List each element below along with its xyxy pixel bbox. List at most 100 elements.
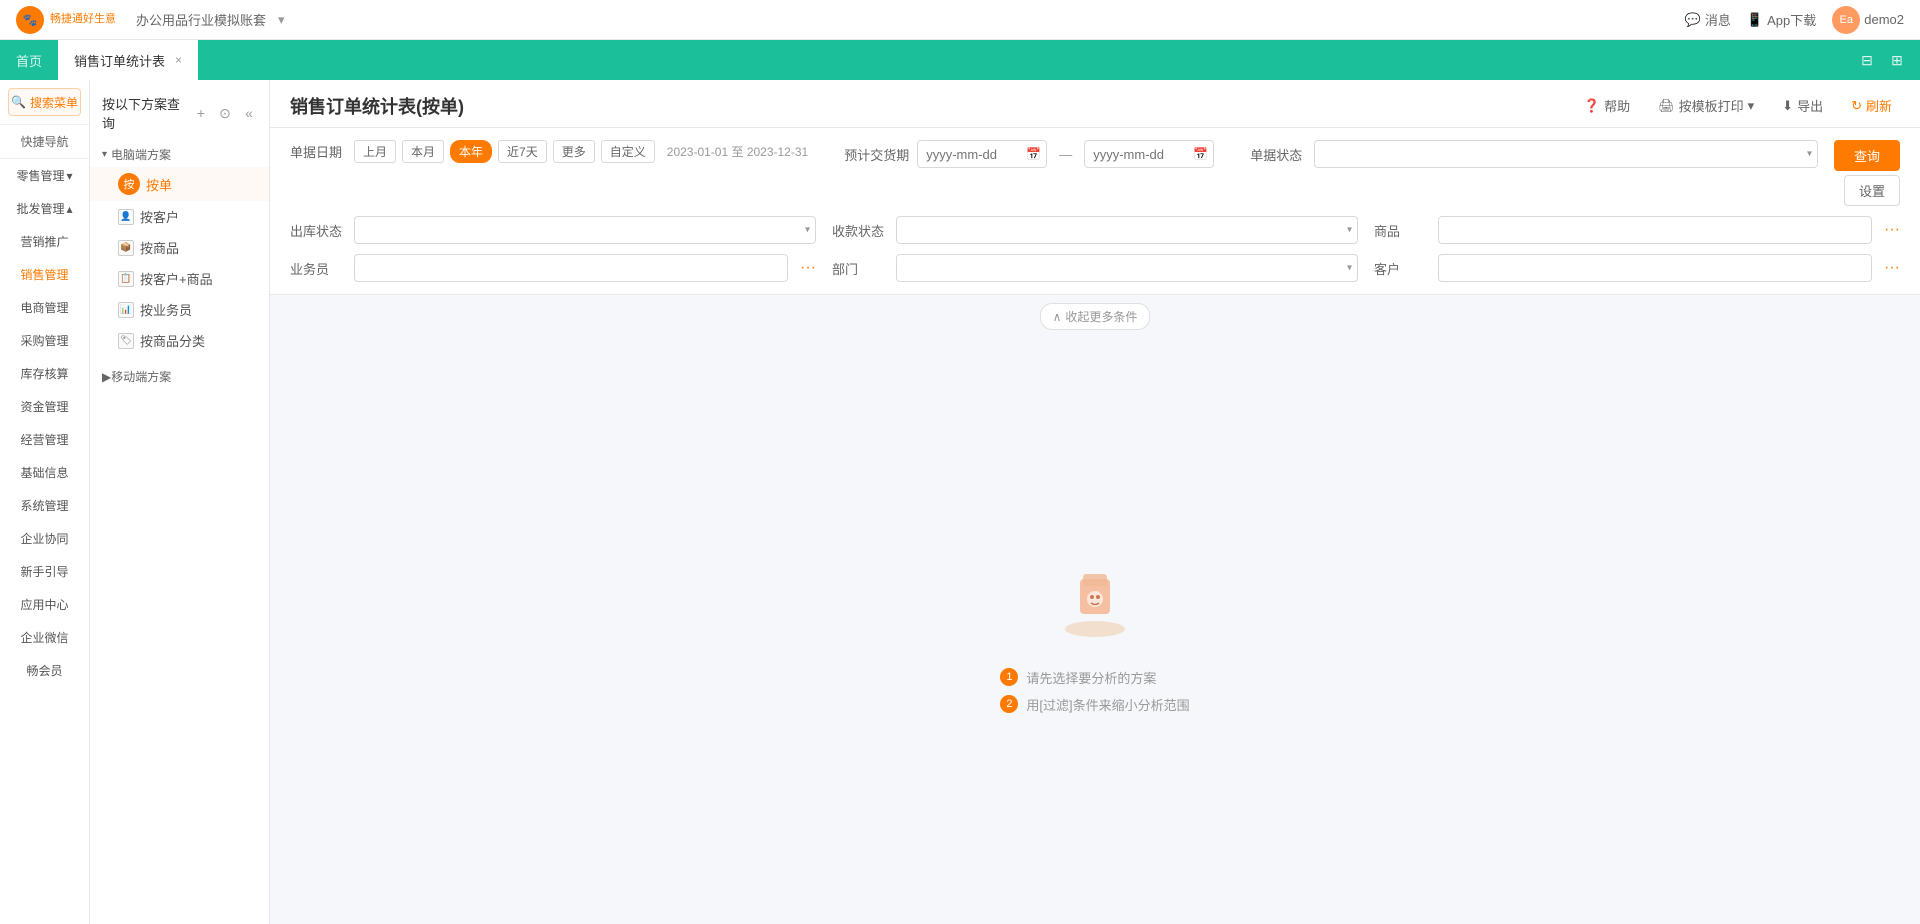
sidebar-item-marketing[interactable]: 营销推广 [0,225,89,258]
page-title: 销售订单统计表(按单) [290,93,464,119]
sidebar-item-wxwork[interactable]: 企业微信 [0,621,89,654]
goods-dots[interactable]: ··· [1884,221,1900,239]
query-btn-group: 查询 设置 [1834,140,1900,206]
tab-close-btn[interactable]: × [175,53,182,67]
sidebar-item-wholesale[interactable]: 批发管理 ▴ [0,192,89,225]
sidebar-item-wholesale-label: 批发管理 [16,200,64,217]
export-icon: ⬇ [1782,98,1793,114]
expected-date-start-input[interactable] [917,140,1047,168]
salesperson-dots[interactable]: ··· [800,259,816,277]
last7days-btn[interactable]: 近7天 [498,140,547,163]
scheme-item-by-category[interactable]: 🏷 按商品分类 [90,325,269,356]
hint-num-2: 2 [1000,695,1018,713]
tab-maximize-btn[interactable]: ⊞ [1886,49,1908,71]
panel-refresh-btn[interactable]: ⊙ [215,103,235,123]
last-month-btn[interactable]: 上月 [354,140,396,163]
collection-status-select[interactable] [896,216,1358,244]
customer-dots[interactable]: ··· [1884,259,1900,277]
expected-date-end-input[interactable] [1084,140,1214,168]
sidebar-item-sales-label: 销售管理 [20,266,68,283]
message-label: 消息 [1705,10,1731,29]
sidebar-item-corp[interactable]: 企业协同 [0,522,89,555]
sidebar-item-system[interactable]: 系统管理 [0,489,89,522]
shipping-status-select[interactable] [354,216,816,244]
collapse-conditions-btn[interactable]: ∧ 收起更多条件 [1040,303,1151,330]
main-layout: 🔍 搜索菜单 快捷导航 零售管理 ▾ 批发管理 ▴ 营销推广 销售管理 电商管理… [0,80,1920,924]
help-btn[interactable]: ❓ 帮助 [1576,92,1638,119]
settings-btn[interactable]: 设置 [1844,175,1900,206]
user-area[interactable]: Ea demo2 [1832,6,1904,34]
sidebar-quick-nav[interactable]: 快捷导航 [0,125,89,159]
scheme-label-goods: 按商品 [140,238,179,257]
sidebar-item-finance[interactable]: 资金管理 [0,390,89,423]
sidebar-item-business[interactable]: 经营管理 [0,423,89,456]
panel-collapse-btn[interactable]: « [239,103,259,123]
current-year-btn[interactable]: 本年 [450,140,492,163]
sidebar-item-retail[interactable]: 零售管理 ▾ [0,159,89,192]
more-date-btn[interactable]: 更多 [553,140,595,163]
department-select[interactable] [896,254,1358,282]
scheme-section-pc-header[interactable]: ▾ 电脑端方案 [90,142,269,167]
bill-status-select[interactable] [1314,140,1818,168]
page-header: 销售订单统计表(按单) ❓ 帮助 🖨 按模板打印 ▾ ⬇ 导出 [270,80,1920,128]
scheme-item-by-customer-goods[interactable]: 📋 按客户+商品 [90,263,269,294]
scheme-item-by-goods[interactable]: 📦 按商品 [90,232,269,263]
sidebar-item-purchase-label: 采购管理 [20,332,68,349]
template-arrow-icon: ▾ [1748,98,1755,114]
salesperson-input[interactable] [354,254,788,282]
mobile-section-label: 移动端方案 [111,368,171,385]
sidebar-item-newbie-label: 新手引导 [20,563,68,580]
sidebar-item-sales[interactable]: 销售管理 [0,258,89,291]
tab-home[interactable]: 首页 [0,40,58,80]
left-panel-header: 按以下方案查询 + ⊙ « [90,88,269,138]
empty-hints: 1 请先选择要分析的方案 2 用[过滤]条件来缩小分析范围 [1000,668,1189,714]
avatar: Ea [1832,6,1860,34]
scheme-item-by-salesperson[interactable]: 📊 按业务员 [90,294,269,325]
scheme-item-by-order[interactable]: 按 按单 [90,167,269,201]
sidebar-item-purchase[interactable]: 采购管理 [0,324,89,357]
goods-input[interactable] [1438,216,1872,244]
sidebar-item-basic[interactable]: 基础信息 [0,456,89,489]
scheme-label-cg: 按客户+商品 [140,269,213,288]
scheme-item-by-customer[interactable]: 👤 按客户 [90,201,269,232]
message-icon: 💬 [1685,12,1701,28]
this-month-btn[interactable]: 本月 [402,140,444,163]
hint-num-1: 1 [1000,668,1018,686]
customer-cell: 客户 ··· [1374,254,1900,282]
sidebar-item-inventory[interactable]: 库存核算 [0,357,89,390]
template-print-btn[interactable]: 🖨 按模板打印 ▾ [1650,92,1762,119]
scheme-icon-goods: 📦 [118,240,134,256]
search-menu-label: 搜索菜单 [30,94,78,111]
sidebar-item-retail-arrow: ▾ [66,169,72,183]
system-title-arrow: ▾ [278,12,285,28]
sidebar-item-ecommerce-label: 电商管理 [20,299,68,316]
system-title: 办公用品行业模拟账套 [136,10,266,29]
date-range-text: 2023-01-01 至 2023-12-31 [667,143,808,160]
sidebar: 🔍 搜索菜单 快捷导航 零售管理 ▾ 批发管理 ▴ 营销推广 销售管理 电商管理… [0,80,90,924]
message-btn[interactable]: 💬 消息 [1685,10,1731,29]
query-btn[interactable]: 查询 [1834,140,1900,171]
salesperson-label: 业务员 [290,259,346,278]
refresh-btn[interactable]: ↻ 刷新 [1843,92,1900,119]
sidebar-item-appstore[interactable]: 应用中心 [0,588,89,621]
sidebar-item-ecommerce[interactable]: 电商管理 [0,291,89,324]
customer-wrapper [1438,254,1872,282]
date-filter-group: 上月 本月 本年 近7天 更多 自定义 [354,140,655,163]
sidebar-item-member[interactable]: 畅会员 [0,654,89,687]
search-menu-btn[interactable]: 🔍 搜索菜单 [8,88,81,116]
export-btn[interactable]: ⬇ 导出 [1774,92,1831,119]
search-icon: 🔍 [11,95,26,109]
custom-date-btn[interactable]: 自定义 [601,140,655,163]
top-bar-left: 🐾 畅捷通好生意 办公用品行业模拟账套 ▾ [16,6,285,34]
customer-input[interactable] [1438,254,1872,282]
app-download-btn[interactable]: 📱 App下载 [1747,10,1816,29]
tab-active-label: 销售订单统计表 [74,51,165,70]
scheme-section-mobile-header[interactable]: ▶ 移动端方案 [90,364,269,389]
scheme-label-sales: 按业务员 [140,300,192,319]
user-name: demo2 [1864,12,1904,27]
tab-minimize-btn[interactable]: ⊟ [1856,49,1878,71]
panel-add-btn[interactable]: + [191,103,211,123]
scheme-label-cat: 按商品分类 [140,331,205,350]
tab-active[interactable]: 销售订单统计表 × [58,40,198,80]
sidebar-item-newbie[interactable]: 新手引导 [0,555,89,588]
